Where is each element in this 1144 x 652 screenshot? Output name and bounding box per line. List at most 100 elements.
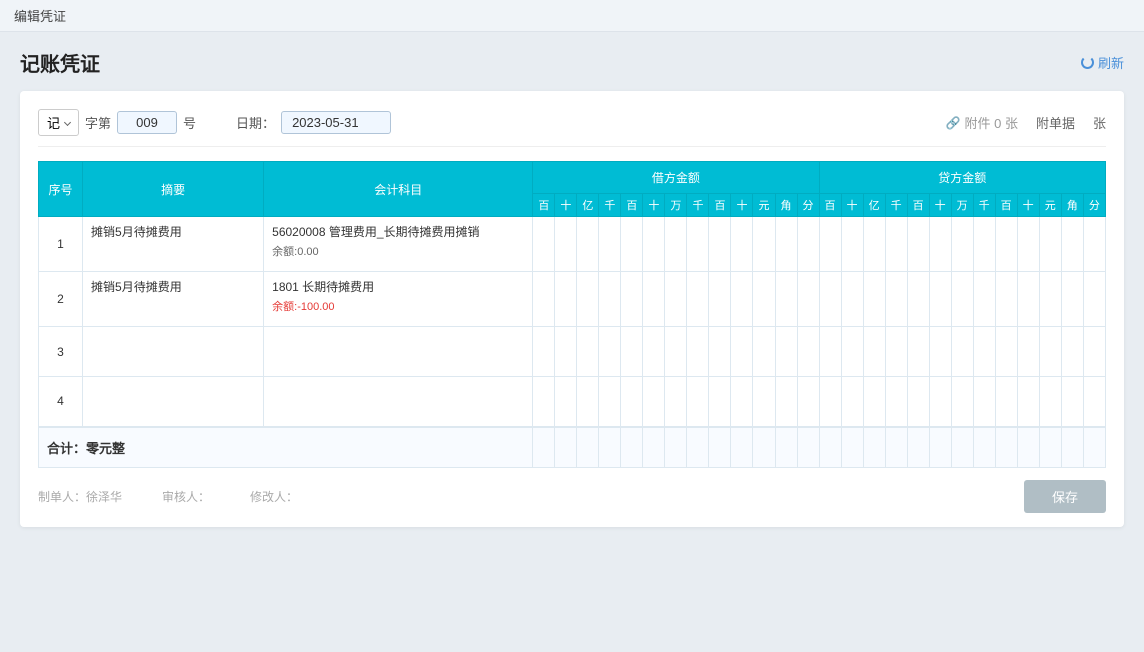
row1-debit-7[interactable] xyxy=(665,217,687,272)
row3-debit-2[interactable] xyxy=(555,327,577,377)
row4-debit-11[interactable] xyxy=(753,377,775,427)
row1-credit-6[interactable] xyxy=(929,217,951,272)
row1-credit-2[interactable] xyxy=(841,217,863,272)
row2-debit-12[interactable] xyxy=(775,272,797,327)
row1-debit-4[interactable] xyxy=(599,217,621,272)
row-account-1[interactable]: 56020008 管理费用_长期待摊费用摊销余额:0.00 xyxy=(264,217,533,272)
row1-debit-3[interactable] xyxy=(577,217,599,272)
row4-credit-3[interactable] xyxy=(863,377,885,427)
row3-credit-2[interactable] xyxy=(841,327,863,377)
row2-credit-6[interactable] xyxy=(929,272,951,327)
row3-debit-8[interactable] xyxy=(687,327,709,377)
date-input[interactable] xyxy=(281,111,391,134)
voucher-link[interactable]: 附单据 xyxy=(1036,113,1075,132)
row1-credit-5[interactable] xyxy=(907,217,929,272)
row1-credit-1[interactable] xyxy=(819,217,841,272)
row4-credit-5[interactable] xyxy=(907,377,929,427)
row3-debit-10[interactable] xyxy=(731,327,753,377)
row4-debit-9[interactable] xyxy=(709,377,731,427)
row1-credit-12[interactable] xyxy=(1061,217,1083,272)
row4-credit-11[interactable] xyxy=(1039,377,1061,427)
row2-debit-1[interactable] xyxy=(533,272,555,327)
row4-credit-6[interactable] xyxy=(929,377,951,427)
row-summary-3[interactable] xyxy=(83,327,264,377)
row2-credit-5[interactable] xyxy=(907,272,929,327)
row2-credit-2[interactable] xyxy=(841,272,863,327)
row4-credit-1[interactable] xyxy=(819,377,841,427)
row-summary-1[interactable]: 摊销5月待摊费用 xyxy=(83,217,264,272)
row3-debit-5[interactable] xyxy=(621,327,643,377)
row3-debit-9[interactable] xyxy=(709,327,731,377)
row4-credit-10[interactable] xyxy=(1017,377,1039,427)
row1-debit-13[interactable] xyxy=(797,217,819,272)
row3-debit-11[interactable] xyxy=(753,327,775,377)
row1-debit-2[interactable] xyxy=(555,217,577,272)
row1-credit-10[interactable] xyxy=(1017,217,1039,272)
row1-debit-11[interactable] xyxy=(753,217,775,272)
row1-debit-10[interactable] xyxy=(731,217,753,272)
row3-credit-6[interactable] xyxy=(929,327,951,377)
row1-credit-4[interactable] xyxy=(885,217,907,272)
row3-credit-1[interactable] xyxy=(819,327,841,377)
row4-debit-12[interactable] xyxy=(775,377,797,427)
row2-debit-4[interactable] xyxy=(599,272,621,327)
row4-credit-4[interactable] xyxy=(885,377,907,427)
row4-debit-5[interactable] xyxy=(621,377,643,427)
row3-debit-4[interactable] xyxy=(599,327,621,377)
row3-credit-4[interactable] xyxy=(885,327,907,377)
row4-debit-8[interactable] xyxy=(687,377,709,427)
row3-credit-12[interactable] xyxy=(1061,327,1083,377)
row4-credit-8[interactable] xyxy=(973,377,995,427)
row2-credit-10[interactable] xyxy=(1017,272,1039,327)
row-summary-2[interactable]: 摊销5月待摊费用 xyxy=(83,272,264,327)
row2-debit-10[interactable] xyxy=(731,272,753,327)
row1-debit-8[interactable] xyxy=(687,217,709,272)
row3-credit-3[interactable] xyxy=(863,327,885,377)
row4-credit-13[interactable] xyxy=(1083,377,1105,427)
row2-credit-8[interactable] xyxy=(973,272,995,327)
row2-credit-4[interactable] xyxy=(885,272,907,327)
row2-debit-3[interactable] xyxy=(577,272,599,327)
row4-credit-2[interactable] xyxy=(841,377,863,427)
row4-debit-3[interactable] xyxy=(577,377,599,427)
row3-credit-8[interactable] xyxy=(973,327,995,377)
row3-debit-12[interactable] xyxy=(775,327,797,377)
row2-credit-12[interactable] xyxy=(1061,272,1083,327)
row4-debit-2[interactable] xyxy=(555,377,577,427)
row1-debit-1[interactable] xyxy=(533,217,555,272)
row4-debit-4[interactable] xyxy=(599,377,621,427)
refresh-button[interactable]: 刷新 xyxy=(1081,53,1124,72)
row3-credit-7[interactable] xyxy=(951,327,973,377)
row2-debit-7[interactable] xyxy=(665,272,687,327)
row1-debit-9[interactable] xyxy=(709,217,731,272)
row2-debit-8[interactable] xyxy=(687,272,709,327)
row4-debit-7[interactable] xyxy=(665,377,687,427)
row1-credit-13[interactable] xyxy=(1083,217,1105,272)
row2-credit-3[interactable] xyxy=(863,272,885,327)
row2-credit-7[interactable] xyxy=(951,272,973,327)
row4-debit-13[interactable] xyxy=(797,377,819,427)
row4-debit-10[interactable] xyxy=(731,377,753,427)
row2-debit-5[interactable] xyxy=(621,272,643,327)
attachment-link[interactable]: 🔗 附件 0 张 xyxy=(946,113,1018,132)
row3-debit-6[interactable] xyxy=(643,327,665,377)
row1-credit-7[interactable] xyxy=(951,217,973,272)
row3-credit-9[interactable] xyxy=(995,327,1017,377)
row-account-3[interactable] xyxy=(264,327,533,377)
row3-credit-13[interactable] xyxy=(1083,327,1105,377)
row1-credit-11[interactable] xyxy=(1039,217,1061,272)
row-account-2[interactable]: 1801 长期待摊费用余额:-100.00 xyxy=(264,272,533,327)
row1-credit-3[interactable] xyxy=(863,217,885,272)
row3-debit-7[interactable] xyxy=(665,327,687,377)
row4-debit-1[interactable] xyxy=(533,377,555,427)
row2-credit-1[interactable] xyxy=(819,272,841,327)
row1-debit-6[interactable] xyxy=(643,217,665,272)
row3-debit-3[interactable] xyxy=(577,327,599,377)
row2-debit-9[interactable] xyxy=(709,272,731,327)
row4-credit-12[interactable] xyxy=(1061,377,1083,427)
row4-credit-9[interactable] xyxy=(995,377,1017,427)
row3-credit-5[interactable] xyxy=(907,327,929,377)
row3-debit-13[interactable] xyxy=(797,327,819,377)
save-button[interactable]: 保存 xyxy=(1024,480,1106,513)
voucher-number-input[interactable] xyxy=(117,111,177,134)
